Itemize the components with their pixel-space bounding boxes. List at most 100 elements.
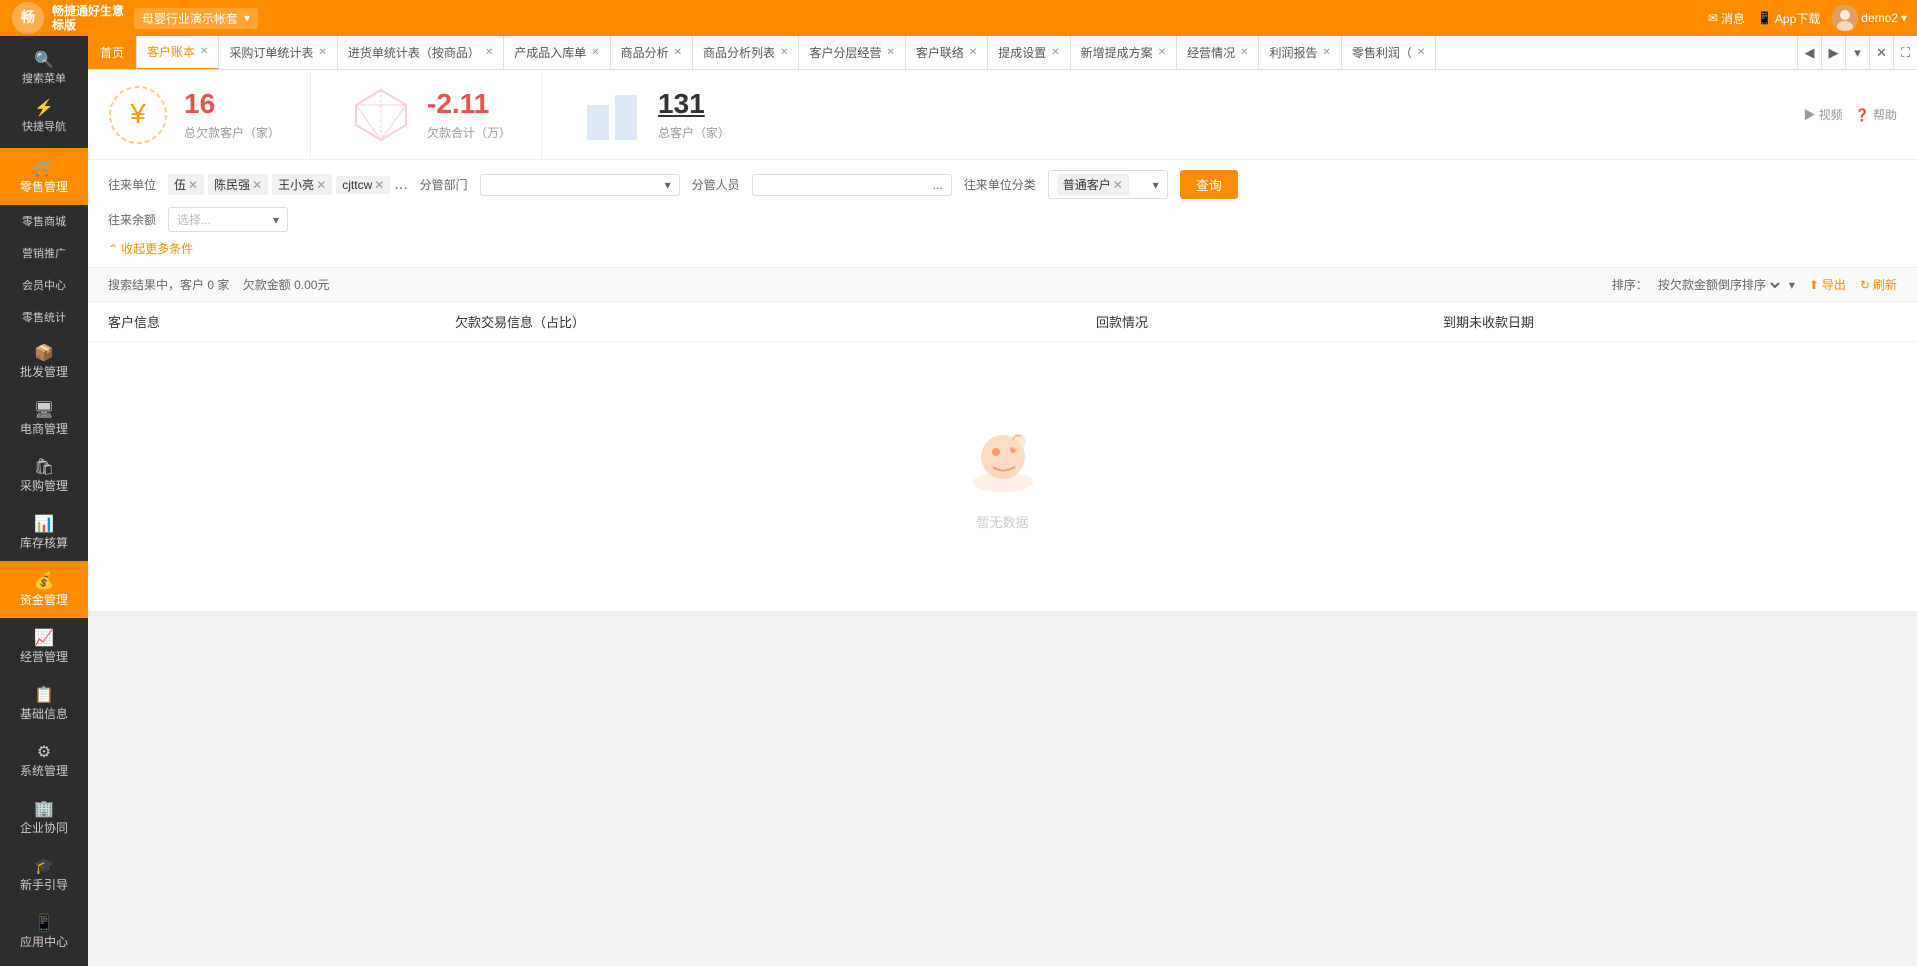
close-tab-purchase-order[interactable]: ✕ <box>318 47 326 58</box>
unit-class-label: 往来单位分类 <box>964 176 1036 193</box>
close-tab-new-propose[interactable]: ✕ <box>1158 47 1166 58</box>
user-menu[interactable]: demo2 ▾ <box>1832 5 1907 31</box>
tag-normal-customer[interactable]: 普通客户 ✕ <box>1057 174 1129 195</box>
tab-customer-tier[interactable]: 客户分层经营 ✕ <box>799 36 905 70</box>
video-button[interactable]: ▶ 视频 <box>1803 106 1842 123</box>
sidebar-item-operation[interactable]: 📈 经营管理 <box>0 618 88 675</box>
remove-tag-wu[interactable]: ✕ <box>188 178 198 192</box>
message-button[interactable]: ✉ 消息 <box>1708 10 1745 27</box>
content-panel: ¥ 16 总欠款客户（家） <box>88 70 1917 611</box>
query-button[interactable]: 查询 <box>1180 170 1238 199</box>
top-bar: 畅 畅捷通好生意 标版 母婴行业演示帐套 ▾ ✉ 消息 📱 App下载 <box>0 0 1917 36</box>
filter-row-2: 往来余额 选择... ▾ <box>108 207 1897 232</box>
svg-text:¥: ¥ <box>129 98 146 129</box>
remove-tag-wang[interactable]: ✕ <box>316 178 326 192</box>
tab-stock-stats[interactable]: 进货单统计表（按商品） ✕ <box>338 36 504 70</box>
sidebar-item-batch-mgmt[interactable]: 📦 批发管理 <box>0 333 88 390</box>
remove-tag-normal-customer[interactable]: ✕ <box>1113 178 1123 192</box>
sidebar-item-newbie[interactable]: 🎓 新手引导 <box>0 846 88 903</box>
sidebar-item-member-center[interactable]: 会员中心 <box>0 269 88 301</box>
stat-card-debt-customers: ¥ 16 总欠款客户（家） <box>108 70 311 159</box>
sidebar-item-app-center[interactable]: 📱 应用中心 <box>0 903 88 960</box>
remove-tag-chen[interactable]: ✕ <box>252 178 262 192</box>
sidebar-item-ecommerce[interactable]: 🖥 电商管理 <box>0 390 88 447</box>
tab-accounts[interactable]: 客户账本 ✕ <box>137 36 219 70</box>
sidebar-item-retail-mgmt[interactable]: 🛒 零售管理 <box>0 148 88 205</box>
col-debt-info: 欠款交易信息（占比） <box>435 302 1076 342</box>
empty-state-label: 暂无数据 <box>976 512 1028 531</box>
close-tab-customer-contact[interactable]: ✕ <box>969 47 977 58</box>
filter-row-1: 往来单位 伍 ✕ 陈民强 ✕ <box>108 170 1897 199</box>
staff-label: 分管人员 <box>692 176 740 193</box>
remainder-label: 往来余额 <box>108 211 156 228</box>
video-help-area: ▶ 视频 ❓ 帮助 <box>1803 70 1897 159</box>
refresh-button[interactable]: ↻ 刷新 <box>1860 276 1897 293</box>
sidebar-item-system[interactable]: ⚙ 系统管理 <box>0 732 88 789</box>
tag-wu[interactable]: 伍 ✕ <box>168 174 204 195</box>
sidebar-item-inventory[interactable]: 📊 库存核算 <box>0 504 88 561</box>
sidebar-item-purchase[interactable]: 🛍 采购管理 <box>0 447 88 504</box>
app-download-button[interactable]: 📱 App下载 <box>1757 10 1820 27</box>
sidebar-item-wechat[interactable]: 💬 企业微信 <box>0 960 88 966</box>
tab-home[interactable]: 首页 <box>88 36 137 70</box>
tab-bar: 首页 客户账本 ✕ 采购订单统计表 ✕ 进货单统计表（按商品） ✕ 产成品入库单… <box>88 36 1917 70</box>
tab-propose-settings[interactable]: 提成设置 ✕ <box>988 36 1070 70</box>
sidebar-search[interactable]: 🔍 搜索菜单 <box>0 44 88 92</box>
department-label: 分管部门 <box>420 176 468 193</box>
tab-prev-button[interactable]: ◀ <box>1797 36 1821 70</box>
close-tab-product-analysis-list[interactable]: ✕ <box>780 47 788 58</box>
yuan-icon: ¥ <box>108 85 168 145</box>
unit-label: 往来单位 <box>108 176 156 193</box>
sidebar-item-marketing[interactable]: 营销推广 <box>0 237 88 269</box>
close-tab-stock-stats[interactable]: ✕ <box>485 47 493 58</box>
close-tab-product-in[interactable]: ✕ <box>591 47 599 58</box>
tag-chen[interactable]: 陈民强 ✕ <box>208 174 268 195</box>
sidebar-item-enterprise[interactable]: 🏢 企业协同 <box>0 789 88 846</box>
tab-operation-status[interactable]: 经营情况 ✕ <box>1177 36 1259 70</box>
tab-customer-contact[interactable]: 客户联络 ✕ <box>906 36 988 70</box>
sidebar-item-basic-info[interactable]: 📋 基础信息 <box>0 675 88 732</box>
tag-cjttcw[interactable]: cjttcw ✕ <box>336 176 390 194</box>
col-repayment: 回款情况 <box>1076 302 1423 342</box>
close-tab-propose-settings[interactable]: ✕ <box>1051 47 1059 58</box>
remainder-dropdown[interactable]: 选择... ▾ <box>168 207 288 232</box>
export-button[interactable]: ⬆ 导出 <box>1809 276 1846 293</box>
tab-retail-profit[interactable]: 零售利润（ ✕ <box>1342 36 1436 70</box>
tab-purchase-order[interactable]: 采购订单统计表 ✕ <box>219 36 337 70</box>
help-button[interactable]: ❓ 帮助 <box>1855 106 1897 123</box>
tag-wang[interactable]: 王小亮 ✕ <box>272 174 332 195</box>
close-tab-customer-tier[interactable]: ✕ <box>886 47 894 58</box>
tab-product-in[interactable]: 产成品入库单 ✕ <box>504 36 610 70</box>
tab-fullscreen-button[interactable]: ⛶ <box>1893 36 1917 70</box>
logo-line2: 标版 <box>52 18 124 32</box>
tab-close-all-button[interactable]: ✕ <box>1869 36 1893 70</box>
tab-product-analysis[interactable]: 商品分析 ✕ <box>611 36 693 70</box>
close-tab-accounts[interactable]: ✕ <box>200 46 208 57</box>
staff-dropdown[interactable]: ... <box>752 174 952 196</box>
avatar <box>1832 5 1858 31</box>
unit-class-dropdown[interactable]: 普通客户 ✕ ▾ <box>1048 170 1168 199</box>
tab-menu-button[interactable]: ▾ <box>1845 36 1869 70</box>
close-tab-retail-profit[interactable]: ✕ <box>1417 47 1425 58</box>
close-tab-profit-report[interactable]: ✕ <box>1323 47 1331 58</box>
tab-product-analysis-list[interactable]: 商品分析列表 ✕ <box>693 36 799 70</box>
tab-new-propose[interactable]: 新增提成方案 ✕ <box>1071 36 1177 70</box>
close-tab-product-analysis[interactable]: ✕ <box>674 47 682 58</box>
logo-line1: 畅捷通好生意 <box>52 4 124 18</box>
department-dropdown[interactable]: ▾ <box>480 174 680 196</box>
collapse-button[interactable]: ⌃ 收起更多条件 <box>108 240 1897 257</box>
sidebar-item-finance[interactable]: 💰 资金管理 <box>0 561 88 618</box>
sidebar-item-retail-shop[interactable]: 零售商城 <box>0 205 88 237</box>
close-tab-operation-status[interactable]: ✕ <box>1240 47 1248 58</box>
data-table: 客户信息 欠款交易信息（占比） 回款情况 到期未收款日期 <box>88 302 1917 342</box>
sidebar-quick-nav[interactable]: ⚡ 快捷导航 <box>0 92 88 140</box>
col-customer-info: 客户信息 <box>88 302 435 342</box>
more-tags-button[interactable]: ... <box>394 176 407 194</box>
tab-profit-report[interactable]: 利润报告 ✕ <box>1259 36 1341 70</box>
stats-row: ¥ 16 总欠款客户（家） <box>88 70 1917 160</box>
sidebar-item-retail-stats[interactable]: 零售统计 <box>0 301 88 333</box>
tab-next-button[interactable]: ▶ <box>1821 36 1845 70</box>
sort-select[interactable]: 按欠款金额倒序排序 <box>1654 277 1783 293</box>
remove-tag-cjttcw[interactable]: ✕ <box>374 178 384 192</box>
account-selector[interactable]: 母婴行业演示帐套 ▾ <box>134 8 258 29</box>
